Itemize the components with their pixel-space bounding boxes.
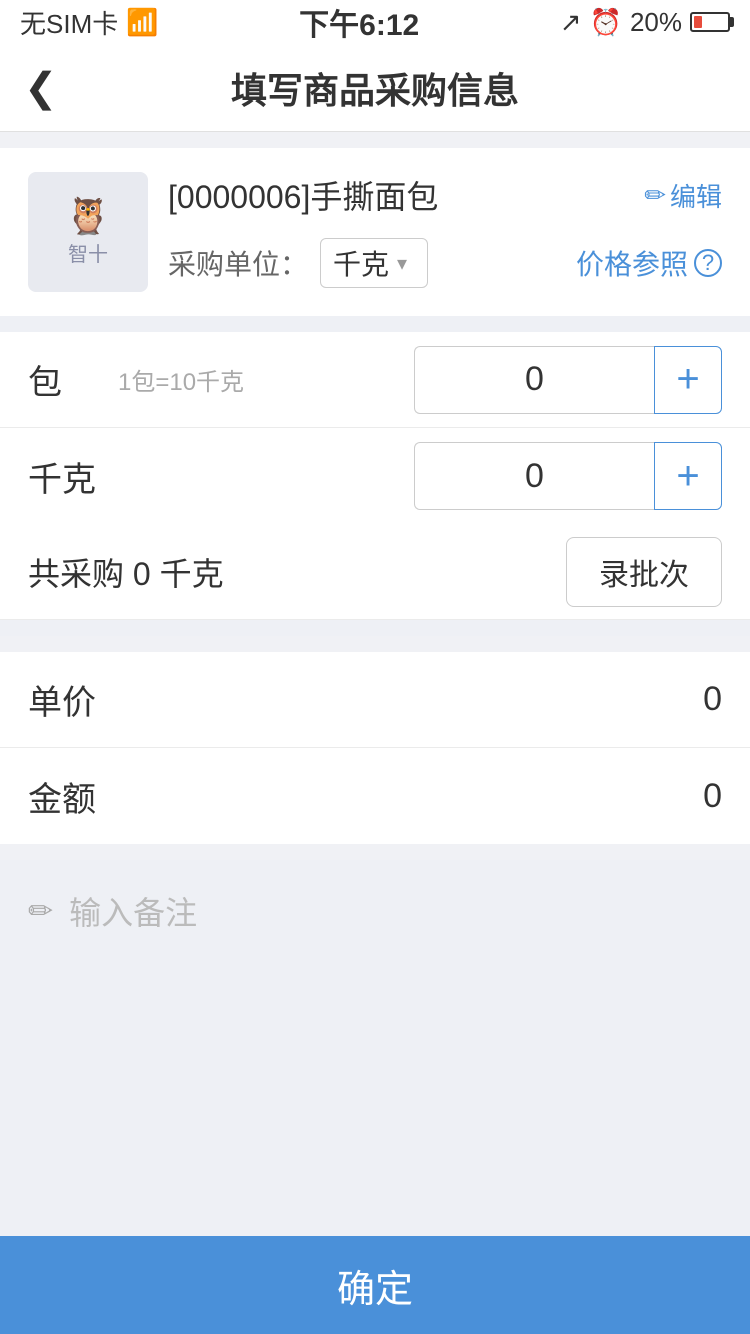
status-left: 无SIM卡 📶: [20, 4, 159, 41]
owl-icon: 🦉: [66, 198, 111, 234]
nav-bar: ❮ 填写商品采购信息: [0, 44, 750, 132]
summary-row: 共采购 0 千克 录批次: [0, 524, 750, 620]
bao-row: 包 1包=10千克 0 +: [0, 332, 750, 428]
confirm-label: 确定: [337, 1258, 413, 1313]
input-section: 包 1包=10千克 0 + 千克 0 +: [0, 332, 750, 524]
bao-input[interactable]: 0: [414, 346, 654, 414]
confirm-button[interactable]: 确定: [0, 1236, 750, 1334]
pencil-icon: ✏: [28, 894, 53, 929]
summary-section: 共采购 0 千克 录批次: [0, 524, 750, 620]
section-divider-2: [0, 620, 750, 636]
bao-input-wrap: 0 +: [414, 346, 722, 414]
unit-select[interactable]: 千克 ▾: [320, 238, 428, 288]
edit-button[interactable]: ✏ 编辑: [644, 177, 722, 214]
price-section: 单价 0 金额 0: [0, 652, 750, 844]
price-ref-button[interactable]: 价格参照 ?: [576, 243, 722, 283]
product-name: [0000006]手撕面包: [168, 172, 438, 218]
batch-button[interactable]: 录批次: [566, 537, 722, 607]
chevron-down-icon: ▾: [397, 251, 407, 276]
kg-label: 千克: [28, 452, 108, 501]
carrier-text: 无SIM卡: [20, 4, 118, 41]
price-ref-label: 价格参照: [576, 243, 688, 283]
product-info: [0000006]手撕面包 ✏ 编辑 采购单位： 千克 ▾ 价格参照 ?: [168, 172, 722, 288]
brand-text: 智十: [68, 238, 108, 267]
kg-plus-button[interactable]: +: [654, 442, 722, 510]
wifi-icon: 📶: [126, 7, 158, 38]
section-divider-1: [0, 316, 750, 332]
amount-value: 0: [703, 777, 722, 816]
remark-input[interactable]: 输入备注: [69, 888, 197, 934]
unit-price-row: 单价 0: [0, 652, 750, 748]
unit-label: 采购单位：: [168, 243, 308, 283]
unit-row: 采购单位： 千克 ▾ 价格参照 ?: [168, 238, 722, 288]
battery-icon: [690, 12, 730, 32]
product-image: 🦉 智十: [28, 172, 148, 292]
battery-text: 20%: [630, 7, 682, 38]
back-button[interactable]: ❮: [24, 68, 58, 108]
product-name-row: [0000006]手撕面包 ✏ 编辑: [168, 172, 722, 218]
location-icon: ↗: [560, 7, 582, 38]
help-icon: ?: [694, 249, 722, 277]
kg-row: 千克 0 +: [0, 428, 750, 524]
unit-value: 千克: [333, 243, 389, 283]
kg-input[interactable]: 0: [414, 442, 654, 510]
edit-label: 编辑: [670, 177, 722, 214]
unit-price-label: 单价: [28, 675, 96, 724]
remark-section[interactable]: ✏ 输入备注: [0, 860, 750, 962]
amount-label: 金额: [28, 772, 96, 821]
bao-label: 包: [28, 355, 108, 404]
bao-plus-button[interactable]: +: [654, 346, 722, 414]
edit-icon: ✏: [644, 180, 666, 211]
status-time: 下午6:12: [299, 0, 419, 44]
alarm-icon: ⏰: [590, 7, 622, 38]
product-card: 🦉 智十 [0000006]手撕面包 ✏ 编辑 采购单位： 千克 ▾ 价格参照 …: [0, 148, 750, 316]
unit-price-value: 0: [703, 680, 722, 719]
status-right: ↗ ⏰ 20%: [560, 7, 730, 38]
status-bar: 无SIM卡 📶 下午6:12 ↗ ⏰ 20%: [0, 0, 750, 44]
page-title: 填写商品采购信息: [231, 62, 519, 114]
amount-row: 金额 0: [0, 748, 750, 844]
summary-text: 共采购 0 千克: [28, 549, 224, 595]
bao-sublabel: 1包=10千克: [118, 362, 414, 397]
kg-input-wrap: 0 +: [414, 442, 722, 510]
